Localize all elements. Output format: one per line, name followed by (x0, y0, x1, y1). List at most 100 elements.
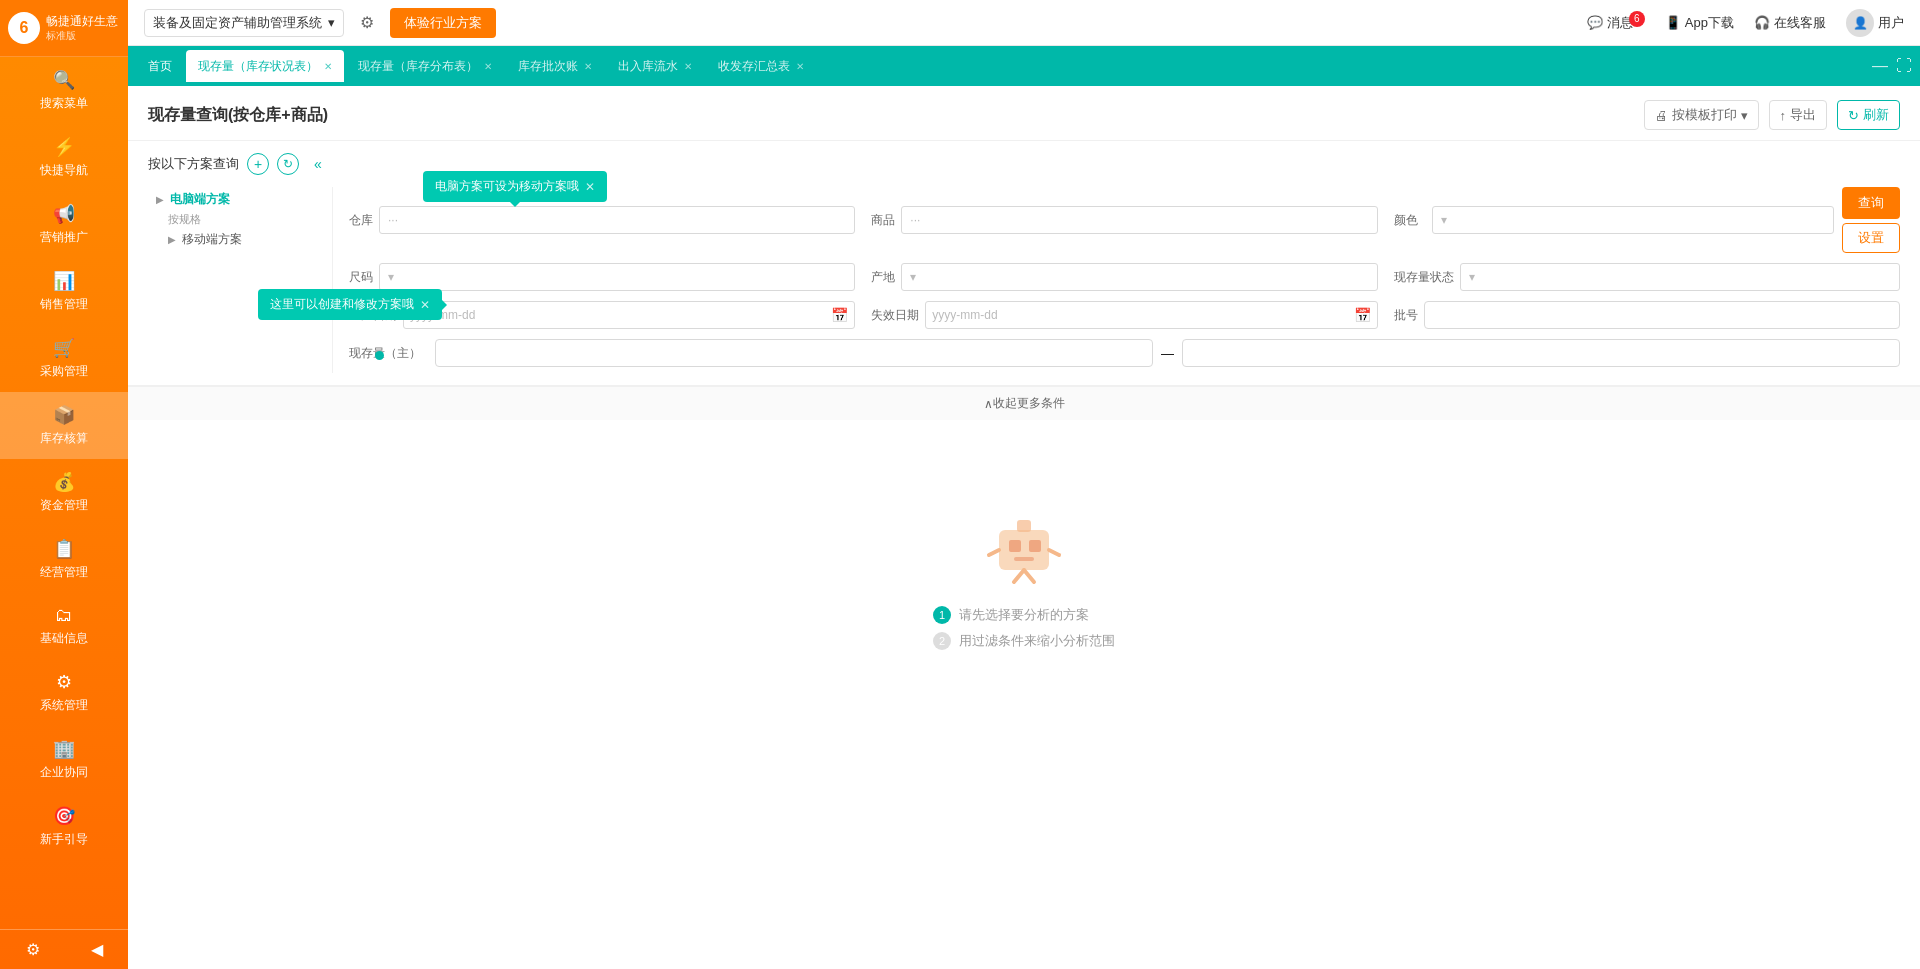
tab-close-inout-flow[interactable]: ✕ (684, 61, 692, 72)
step-num-1: 1 (933, 606, 951, 624)
tab-collect-summary[interactable]: 收发存汇总表 ✕ (706, 50, 816, 82)
tooltip1-close[interactable]: ✕ (585, 180, 595, 194)
tooltip2-close[interactable]: ✕ (420, 298, 430, 312)
sidebar-item-sales[interactable]: 📊 销售管理 (0, 258, 128, 325)
filter-back-btn[interactable]: « (307, 153, 329, 175)
print-label: 按模板打印 (1672, 106, 1737, 124)
empty-step-1: 1 请先选择要分析的方案 (933, 606, 1115, 624)
sidebar-item-quick[interactable]: ⚡ 快捷导航 (0, 124, 128, 191)
stock-status-input[interactable]: ▾ (1460, 263, 1900, 291)
fields-panel: 仓库 ··· 商品 ··· (333, 187, 1900, 373)
sidebar-item-system[interactable]: ⚙ 系统管理 (0, 659, 128, 726)
print-btn[interactable]: 🖨 按模板打印 ▾ (1644, 100, 1759, 130)
product-input[interactable]: ··· (901, 206, 1377, 234)
sidebar-label-marketing: 营销推广 (40, 229, 88, 246)
message-badge: 6 (1629, 11, 1645, 27)
app-action[interactable]: 📱 App下载 (1665, 14, 1734, 32)
warehouse-input[interactable]: ··· (379, 206, 855, 234)
tab-inout-flow[interactable]: 出入库流水 ✕ (606, 50, 704, 82)
page-title: 现存量查询(按仓库+商品) (148, 105, 328, 126)
refresh-btn[interactable]: ↻ 刷新 (1837, 100, 1900, 130)
scheme-panel: ▶ 电脑端方案 按规格 ▶ 移动端方案 (148, 187, 333, 373)
filter-refresh-btn[interactable]: ↻ (277, 153, 299, 175)
support-action[interactable]: 🎧 在线客服 (1754, 14, 1826, 32)
app-label: App下载 (1685, 14, 1734, 32)
stock-main-to[interactable] (1182, 339, 1900, 367)
printer-icon: 🖨 (1655, 108, 1668, 123)
message-action[interactable]: 💬 消息 6 (1587, 14, 1645, 32)
page-header: 现存量查询(按仓库+商品) 🖨 按模板打印 ▾ ↑ 导出 ↻ 刷新 (128, 86, 1920, 141)
color-input[interactable]: ▾ (1432, 206, 1834, 234)
tab-home-label: 首页 (148, 58, 172, 75)
system-selector[interactable]: 装备及固定资产辅助管理系统 ▾ (144, 9, 344, 37)
headset-icon: 🎧 (1754, 15, 1770, 30)
batch-input[interactable] (1424, 301, 1900, 329)
user-action[interactable]: 👤 用户 (1846, 9, 1904, 37)
tooltip1-text: 电脑方案可设为移动方案哦 (435, 178, 579, 195)
sidebar-item-operation[interactable]: 📋 经营管理 (0, 526, 128, 593)
origin-group: 产地 ▾ (871, 263, 1377, 291)
settings-icon[interactable]: ⚙ (360, 13, 374, 32)
industry-btn[interactable]: 体验行业方案 (390, 8, 496, 38)
size-arr: ▾ (388, 270, 394, 284)
settings-bottom-btn[interactable]: ⚙ (26, 940, 40, 959)
size-label: 尺码 (349, 269, 373, 286)
stock-main-from[interactable] (435, 339, 1153, 367)
sidebar-label-operation: 经营管理 (40, 564, 88, 581)
logo-area: 6 畅捷通好生意 标准版 (0, 0, 128, 57)
svg-rect-0 (999, 530, 1049, 570)
sidebar-item-newbie[interactable]: 🎯 新手引导 (0, 793, 128, 860)
tab-close-collect-summary[interactable]: ✕ (796, 61, 804, 72)
size-input[interactable]: ▾ (379, 263, 855, 291)
tooltip-bubble-1: 电脑方案可设为移动方案哦 ✕ (423, 171, 607, 202)
tab-inventory-batch[interactable]: 库存批次账 ✕ (506, 50, 604, 82)
search-reset-btns: 查询 设置 (1842, 187, 1900, 253)
collapse-row[interactable]: ∧ 收起更多条件 (128, 386, 1920, 420)
sidebar-label-system: 系统管理 (40, 697, 88, 714)
tab-inventory-dist[interactable]: 现存量（库存分布表） ✕ (346, 50, 504, 82)
tab-close-inventory-batch[interactable]: ✕ (584, 61, 592, 72)
basic-icon: 🗂 (55, 605, 73, 626)
tab-close-inventory-dist[interactable]: ✕ (484, 61, 492, 72)
tab-maximize-btn[interactable]: ⛶ (1896, 57, 1912, 75)
step-num-2: 2 (933, 632, 951, 650)
filter-add-btn[interactable]: + (247, 153, 269, 175)
product-label: 商品 (871, 212, 895, 229)
sidebar-item-marketing[interactable]: 📢 营销推广 (0, 191, 128, 258)
svg-rect-2 (1029, 540, 1041, 552)
sidebar-label-inventory: 库存核算 (40, 430, 88, 447)
reset-btn[interactable]: 设置 (1842, 223, 1900, 253)
logo-text-block: 畅捷通好生意 标准版 (46, 13, 118, 44)
tab-inventory-status[interactable]: 现存量（库存状况表） ✕ (186, 50, 344, 82)
sidebar-item-finance[interactable]: 💰 资金管理 (0, 459, 128, 526)
expire-date-group: 失效日期 yyyy-mm-dd 📅 (871, 301, 1377, 329)
header-right: 💬 消息 6 📱 App下载 🎧 在线客服 👤 用户 (1587, 9, 1904, 37)
scheme-item-mobile[interactable]: ▶ 移动端方案 (148, 227, 324, 252)
tab-close-inventory-status[interactable]: ✕ (324, 61, 332, 72)
system-name: 装备及固定资产辅助管理系统 (153, 14, 322, 32)
product-group: 商品 ··· (871, 187, 1377, 253)
collapse-btn[interactable]: ◀ (91, 940, 103, 959)
scheme-arrow-mobile: ▶ (168, 234, 176, 245)
sidebar-item-search[interactable]: 🔍 搜索菜单 (0, 57, 128, 124)
print-dropdown-icon: ▾ (1741, 108, 1748, 123)
sidebar-item-inventory[interactable]: 📦 库存核算 (0, 392, 128, 459)
produce-date-input[interactable]: yyyy-mm-dd 📅 (403, 301, 855, 329)
warehouse-dots: ··· (388, 213, 398, 227)
tab-minimize-btn[interactable]: — (1872, 57, 1888, 75)
scheme-arrow-pc: ▶ (156, 194, 164, 205)
tooltip2-text: 这里可以创建和修改方案哦 (270, 296, 414, 313)
origin-input[interactable]: ▾ (901, 263, 1377, 291)
svg-line-8 (1049, 550, 1059, 555)
sidebar-item-basic[interactable]: 🗂 基础信息 (0, 593, 128, 659)
export-btn[interactable]: ↑ 导出 (1769, 100, 1828, 130)
sidebar-item-purchase[interactable]: 🛒 采购管理 (0, 325, 128, 392)
search-btn[interactable]: 查询 (1842, 187, 1900, 219)
scheme-item-pc[interactable]: ▶ 电脑端方案 (148, 187, 324, 212)
sidebar-item-enterprise[interactable]: 🏢 企业协同 (0, 726, 128, 793)
expire-date-input[interactable]: yyyy-mm-dd 📅 (925, 301, 1377, 329)
svg-rect-4 (1017, 520, 1031, 532)
tab-home[interactable]: 首页 (136, 50, 184, 82)
tabs-actions: — ⛶ (1872, 57, 1912, 75)
user-avatar: 👤 (1846, 9, 1874, 37)
